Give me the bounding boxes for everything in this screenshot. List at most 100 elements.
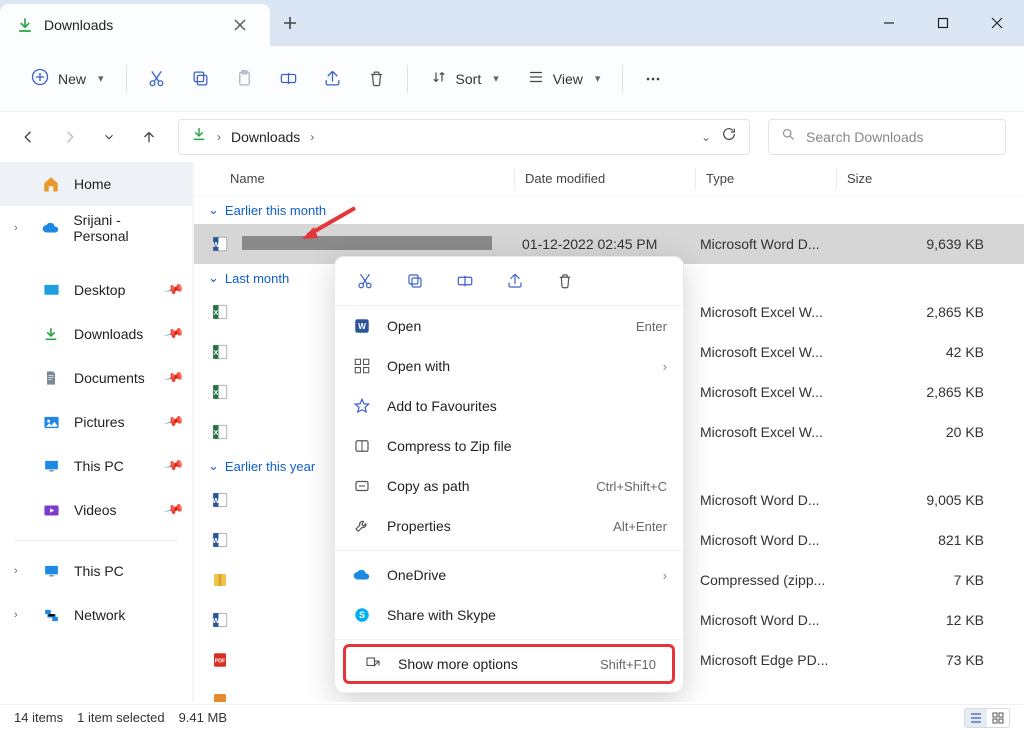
- sidebar-item-videos[interactable]: Videos 📌: [0, 488, 192, 532]
- new-button[interactable]: New ▾: [18, 59, 116, 99]
- column-size[interactable]: Size: [837, 171, 1024, 186]
- new-tab-button[interactable]: [270, 0, 310, 46]
- view-icon: [527, 68, 545, 89]
- search-box[interactable]: [768, 119, 1006, 155]
- chevron-right-icon[interactable]: ›: [14, 609, 28, 621]
- pin-icon[interactable]: 📌: [163, 279, 185, 301]
- chevron-right-icon[interactable]: ›: [14, 222, 28, 234]
- ctx-properties[interactable]: Properties Alt+Enter: [335, 506, 683, 546]
- copy-button[interactable]: [181, 59, 221, 99]
- ctx-open-with[interactable]: Open with ›: [335, 346, 683, 386]
- up-button[interactable]: [138, 126, 160, 148]
- sidebar-item-thispc[interactable]: › This PC: [0, 549, 192, 593]
- file-type: Microsoft Edge PD...: [700, 652, 848, 668]
- address-bar[interactable]: › Downloads › ⌄: [178, 119, 750, 155]
- back-button[interactable]: [18, 126, 40, 148]
- svg-text:X: X: [213, 428, 218, 437]
- pin-icon[interactable]: 📌: [163, 367, 185, 389]
- minimize-button[interactable]: [862, 0, 916, 46]
- desktop-icon: [40, 282, 62, 299]
- maximize-button[interactable]: [916, 0, 970, 46]
- sort-button[interactable]: Sort ▾: [418, 59, 511, 99]
- pin-icon[interactable]: 📌: [163, 499, 185, 521]
- tab-title: Downloads: [44, 17, 216, 33]
- videos-icon: [40, 502, 62, 519]
- sidebar-item-documents[interactable]: Documents 📌: [0, 356, 192, 400]
- download-icon: [191, 126, 207, 147]
- delete-button[interactable]: [551, 267, 579, 295]
- column-type[interactable]: Type: [696, 171, 836, 186]
- side-label: Desktop: [74, 282, 125, 298]
- download-icon: [40, 326, 62, 342]
- ctx-skype[interactable]: S Share with Skype: [335, 595, 683, 635]
- close-window-button[interactable]: [970, 0, 1024, 46]
- pin-icon[interactable]: 📌: [163, 455, 185, 477]
- svg-text:W: W: [212, 536, 220, 545]
- side-label: This PC: [74, 458, 124, 474]
- share-button[interactable]: [313, 59, 353, 99]
- rename-button[interactable]: [269, 59, 309, 99]
- paste-button[interactable]: [225, 59, 265, 99]
- more-button[interactable]: [633, 59, 673, 99]
- active-tab[interactable]: Downloads: [0, 4, 270, 46]
- ctx-open[interactable]: W Open Enter: [335, 306, 683, 346]
- column-name[interactable]: Name: [194, 171, 514, 186]
- sidebar-item-thispc[interactable]: This PC 📌: [0, 444, 192, 488]
- forward-button[interactable]: [58, 126, 80, 148]
- monitor-icon: [40, 563, 62, 580]
- chevron-right-icon[interactable]: ›: [14, 565, 28, 577]
- skype-icon: S: [351, 606, 373, 624]
- ctx-onedrive[interactable]: OneDrive ›: [335, 555, 683, 595]
- chevron-down-icon: ⌄: [208, 458, 219, 474]
- breadcrumb[interactable]: Downloads: [231, 129, 300, 145]
- network-icon: [40, 607, 62, 624]
- status-bar: 14 items 1 item selected 9.41 MB: [0, 704, 1024, 730]
- pin-icon[interactable]: 📌: [163, 323, 185, 345]
- sidebar-item-home[interactable]: Home: [0, 162, 192, 206]
- sidebar-item-onedrive[interactable]: › Srijani - Personal: [0, 206, 192, 250]
- side-label: Home: [74, 176, 111, 192]
- svg-text:W: W: [212, 240, 220, 249]
- svg-text:W: W: [212, 616, 220, 625]
- sidebar-item-network[interactable]: › Network: [0, 593, 192, 637]
- ctx-show-more[interactable]: Show more options Shift+F10: [346, 647, 672, 681]
- details-view-button[interactable]: [965, 709, 987, 727]
- svg-text:S: S: [359, 610, 365, 620]
- cut-button[interactable]: [137, 59, 177, 99]
- word-icon: W: [351, 317, 373, 335]
- titlebar: Downloads: [0, 0, 1024, 46]
- sidebar-item-desktop[interactable]: Desktop 📌: [0, 268, 192, 312]
- pictures-icon: [40, 414, 62, 431]
- view-button[interactable]: View ▾: [515, 59, 613, 99]
- cut-button[interactable]: [351, 267, 379, 295]
- rename-button[interactable]: [451, 267, 479, 295]
- new-label: New: [58, 71, 86, 87]
- search-input[interactable]: [806, 129, 993, 145]
- svg-text:X: X: [213, 308, 218, 317]
- file-type: Microsoft Excel W...: [700, 424, 848, 440]
- copy-button[interactable]: [401, 267, 429, 295]
- file-size: 20 KB: [848, 424, 1024, 440]
- sidebar-item-pictures[interactable]: Pictures 📌: [0, 400, 192, 444]
- file-type: Compressed (zipp...: [700, 572, 848, 588]
- excel-icon: X: [208, 423, 232, 441]
- sidebar-item-downloads[interactable]: Downloads 📌: [0, 312, 192, 356]
- main-split: Home › Srijani - Personal Desktop 📌 Down…: [0, 162, 1024, 702]
- zip-icon: [208, 571, 232, 589]
- delete-button[interactable]: [357, 59, 397, 99]
- pin-icon[interactable]: 📌: [163, 411, 185, 433]
- excel-icon: X: [208, 343, 232, 361]
- ctx-add-favourites[interactable]: Add to Favourites: [335, 386, 683, 426]
- side-label: This PC: [74, 563, 124, 579]
- share-button[interactable]: [501, 267, 529, 295]
- ctx-copy-path[interactable]: Copy as path Ctrl+Shift+C: [335, 466, 683, 506]
- chevron-down-icon[interactable]: ⌄: [701, 130, 711, 144]
- grid-view-button[interactable]: [987, 709, 1009, 727]
- refresh-button[interactable]: [721, 126, 737, 147]
- ctx-compress[interactable]: Compress to Zip file: [335, 426, 683, 466]
- close-tab-button[interactable]: [226, 11, 254, 39]
- column-date[interactable]: Date modified: [515, 171, 695, 186]
- file-type: Microsoft Word D...: [700, 492, 848, 508]
- recent-button[interactable]: [98, 126, 120, 148]
- file-list: Name Date modified Type Size ⌄Earlier th…: [194, 162, 1024, 702]
